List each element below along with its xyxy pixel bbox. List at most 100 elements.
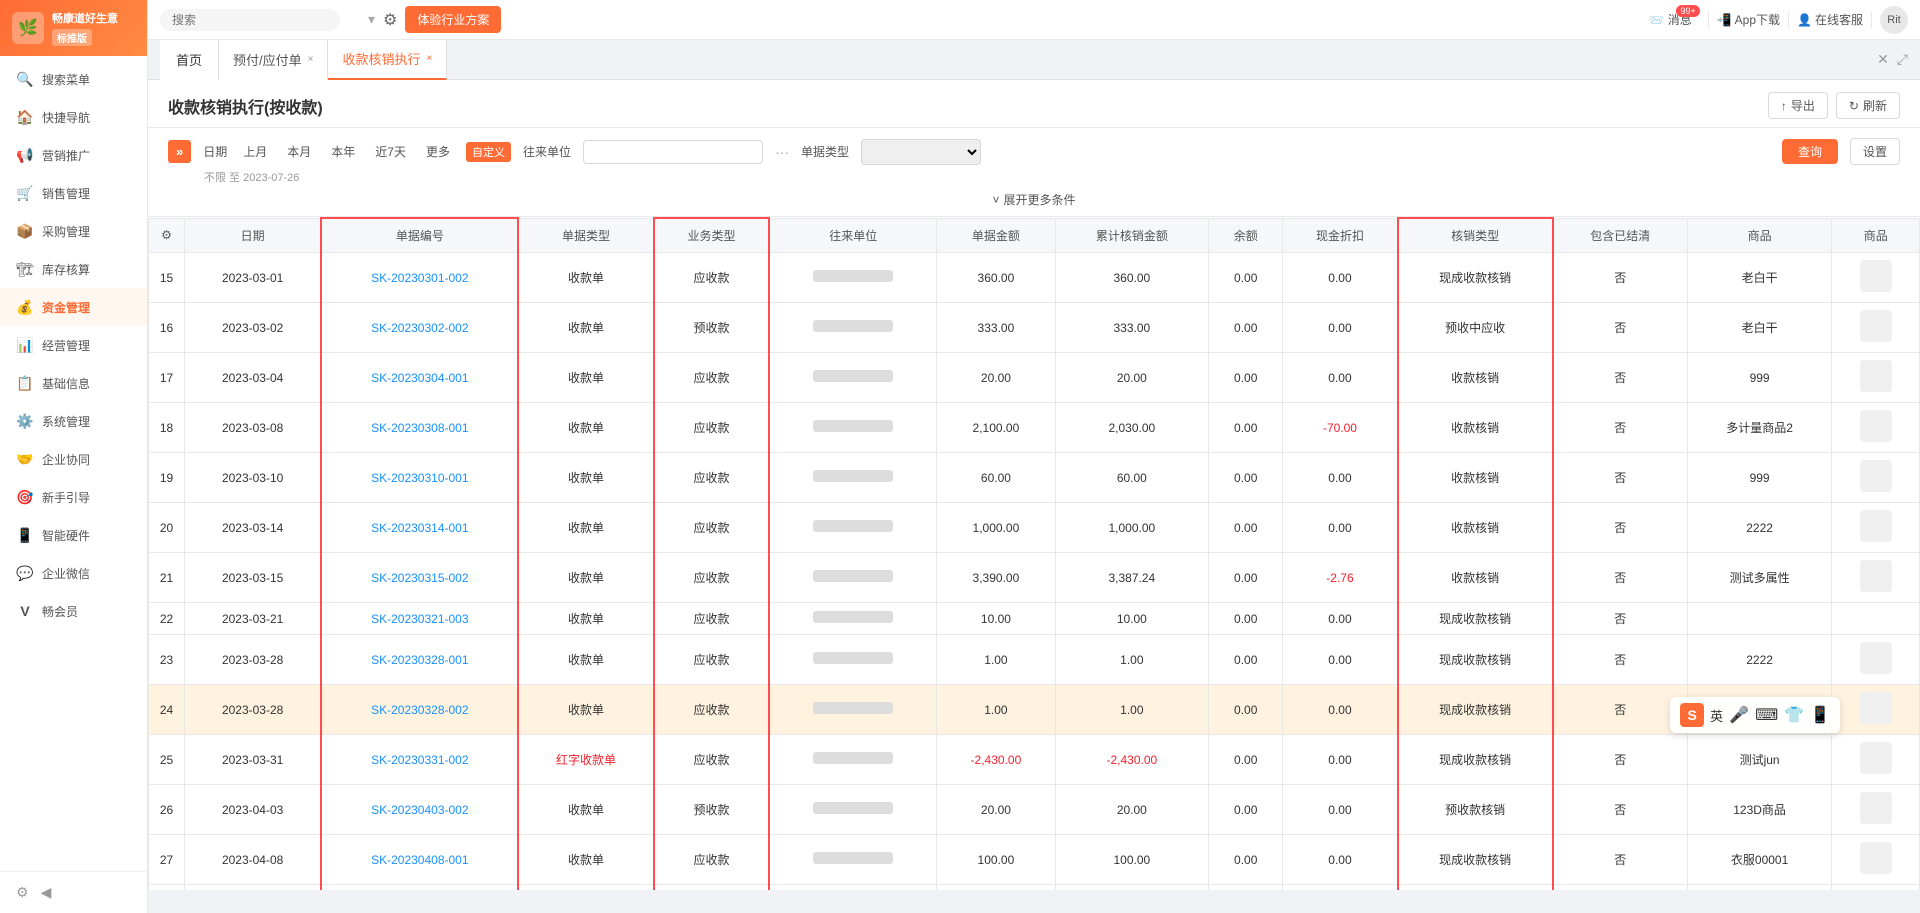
- cell-goods: 测试jun: [1687, 735, 1832, 785]
- sidebar-item-member[interactable]: V 畅会员: [0, 592, 147, 630]
- cell-voucher-no[interactable]: SK-20230403-002: [321, 785, 518, 835]
- sidebar-item-wechat[interactable]: 💬 企业微信: [0, 554, 147, 592]
- voucher-no-link[interactable]: SK-20230321-003: [371, 612, 468, 626]
- voucher-no-link[interactable]: SK-20230408-001: [371, 853, 468, 867]
- cell-goods2: [1832, 403, 1920, 453]
- voucher-no-link[interactable]: SK-20230314-001: [371, 521, 468, 535]
- overlay-grid-icon[interactable]: 📱: [1810, 705, 1830, 725]
- tab-collection-exec[interactable]: 收款核销执行 ×: [328, 40, 447, 80]
- close-tab-icon[interactable]: ✕: [1877, 51, 1889, 68]
- cell-balance: 0.00: [1209, 303, 1283, 353]
- sidebar-item-finance[interactable]: 💰 资金管理: [0, 288, 147, 326]
- user-avatar[interactable]: Rit: [1880, 6, 1908, 34]
- message-button[interactable]: 📨 消息 99+: [1649, 11, 1692, 28]
- cell-seq: 22: [149, 603, 185, 635]
- filter-more-date[interactable]: 更多: [422, 141, 454, 162]
- filter-this-year[interactable]: 本年: [327, 141, 359, 162]
- filter-dots[interactable]: ···: [775, 144, 789, 160]
- sidebar-item-marketing[interactable]: 📢 营销推广: [0, 136, 147, 174]
- voucher-no-link[interactable]: SK-20230331-002: [371, 753, 468, 767]
- collapse-sidebar-icon[interactable]: ◀: [41, 884, 52, 901]
- search-input[interactable]: [160, 9, 340, 31]
- cell-voucher-no[interactable]: SK-20230308-001: [321, 403, 518, 453]
- cell-voucher-no[interactable]: SK-20230315-002: [321, 553, 518, 603]
- filter-partner-input[interactable]: [583, 140, 763, 164]
- sidebar-item-purchase[interactable]: 📦 采购管理: [0, 212, 147, 250]
- sidebar-item-sales[interactable]: 🛒 销售管理: [0, 174, 147, 212]
- voucher-no-link[interactable]: SK-20230328-001: [371, 653, 468, 667]
- cell-write-off-type: 现成收款核销: [1398, 735, 1553, 785]
- cell-write-off-type: 收款核销: [1398, 553, 1553, 603]
- tab-prepay-payable[interactable]: 预付/应付单 ×: [219, 40, 328, 80]
- cell-partner: [769, 503, 937, 553]
- sidebar-item-smart-hw-label: 智能硬件: [42, 527, 90, 544]
- export-button[interactable]: ↑ 导出: [1768, 92, 1828, 119]
- sidebar-item-newbie[interactable]: 🎯 新手引导: [0, 478, 147, 516]
- voucher-no-link[interactable]: SK-20230302-002: [371, 321, 468, 335]
- cell-include-settled: 否: [1553, 403, 1688, 453]
- sidebar-item-enterprise[interactable]: 🤝 企业协同: [0, 440, 147, 478]
- query-button[interactable]: 查询: [1782, 139, 1838, 164]
- col-settings-header[interactable]: ⚙: [149, 218, 185, 253]
- overlay-shirt-icon[interactable]: 👕: [1784, 705, 1804, 725]
- gear-icon[interactable]: ⚙: [383, 10, 397, 30]
- cell-voucher-no[interactable]: SK-20230408-001: [321, 835, 518, 885]
- cell-voucher-no[interactable]: SK-20230302-002: [321, 303, 518, 353]
- cell-voucher-no[interactable]: SK-20230321-003: [321, 603, 518, 635]
- cell-voucher-no[interactable]: SK-20230331-002: [321, 735, 518, 785]
- app-download-label: App下载: [1735, 11, 1780, 28]
- filter-7days[interactable]: 近7天: [371, 141, 410, 162]
- voucher-no-link[interactable]: SK-20230304-001: [371, 371, 468, 385]
- cell-include-settled: 否: [1553, 785, 1688, 835]
- filter-this-month[interactable]: 本月: [283, 141, 315, 162]
- sidebar-item-search[interactable]: 🔍 搜索菜单: [0, 60, 147, 98]
- cell-voucher-no[interactable]: SK-20230301-002: [321, 253, 518, 303]
- message-badge: 99+: [1676, 5, 1699, 17]
- cell-voucher-no[interactable]: SK-20230310-001: [321, 453, 518, 503]
- cell-voucher-no[interactable]: SK-20230328-002: [321, 685, 518, 735]
- refresh-icon: ↻: [1849, 99, 1859, 113]
- filter-voucher-type-select[interactable]: [861, 139, 981, 165]
- cell-amount: 100.00: [937, 835, 1055, 885]
- app-download-link[interactable]: 📲 App下载: [1717, 11, 1780, 28]
- sidebar-item-operations[interactable]: 📊 经营管理: [0, 326, 147, 364]
- cell-voucher-no[interactable]: SK-20230328-001: [321, 635, 518, 685]
- tab-home[interactable]: 首页: [160, 40, 219, 80]
- overlay-mic-icon[interactable]: 🎤: [1729, 705, 1749, 725]
- cell-voucher-no[interactable]: SK-20230304-001: [321, 353, 518, 403]
- expand-more-button[interactable]: ˅ 展开更多条件: [992, 191, 1075, 208]
- industry-solution-button[interactable]: 体验行业方案: [405, 6, 501, 33]
- filter-custom-date[interactable]: 自定义: [466, 142, 511, 162]
- cell-voucher-no[interactable]: SK-20230314-001: [321, 503, 518, 553]
- operations-icon: 📊: [16, 336, 34, 354]
- voucher-no-link[interactable]: SK-20230403-002: [371, 803, 468, 817]
- voucher-no-link[interactable]: SK-20230301-002: [371, 271, 468, 285]
- online-support-link[interactable]: 👤 在线客服: [1797, 11, 1863, 28]
- sidebar-item-quick-nav[interactable]: 🏠 快捷导航: [0, 98, 147, 136]
- tab-prepay-payable-close[interactable]: ×: [308, 54, 314, 65]
- filter-last-month[interactable]: 上月: [239, 141, 271, 162]
- cell-voucher-no[interactable]: SK-20230418-001: [321, 885, 518, 891]
- voucher-no-link[interactable]: SK-20230328-002: [371, 703, 468, 717]
- voucher-no-link[interactable]: SK-20230310-001: [371, 471, 468, 485]
- maximize-icon[interactable]: ⤢: [1897, 51, 1908, 68]
- overlay-text-icon[interactable]: 英: [1710, 706, 1723, 725]
- refresh-button[interactable]: ↻ 刷新: [1836, 92, 1900, 119]
- overlay-keyboard-icon[interactable]: ⌨: [1755, 705, 1778, 725]
- cell-partner: [769, 735, 937, 785]
- cell-voucher-type: 收款单: [518, 453, 653, 503]
- settings-filter-button[interactable]: 设置: [1850, 138, 1900, 165]
- sidebar-item-inventory[interactable]: 🏗 库存核算: [0, 250, 147, 288]
- settings-bottom-icon[interactable]: ⚙: [16, 884, 29, 901]
- column-settings-icon[interactable]: ⚙: [161, 228, 172, 242]
- topbar-search[interactable]: [160, 9, 360, 31]
- wechat-icon: 💬: [16, 564, 34, 582]
- tab-collection-exec-close[interactable]: ×: [427, 53, 433, 64]
- cell-balance: 0.00: [1209, 735, 1283, 785]
- sidebar-item-system[interactable]: ⚙️ 系统管理: [0, 402, 147, 440]
- sidebar-item-basic[interactable]: 📋 基础信息: [0, 364, 147, 402]
- voucher-no-link[interactable]: SK-20230308-001: [371, 421, 468, 435]
- voucher-no-link[interactable]: SK-20230315-002: [371, 571, 468, 585]
- filter-expand-toggle[interactable]: »: [168, 140, 191, 163]
- sidebar-item-smart-hw[interactable]: 📱 智能硬件: [0, 516, 147, 554]
